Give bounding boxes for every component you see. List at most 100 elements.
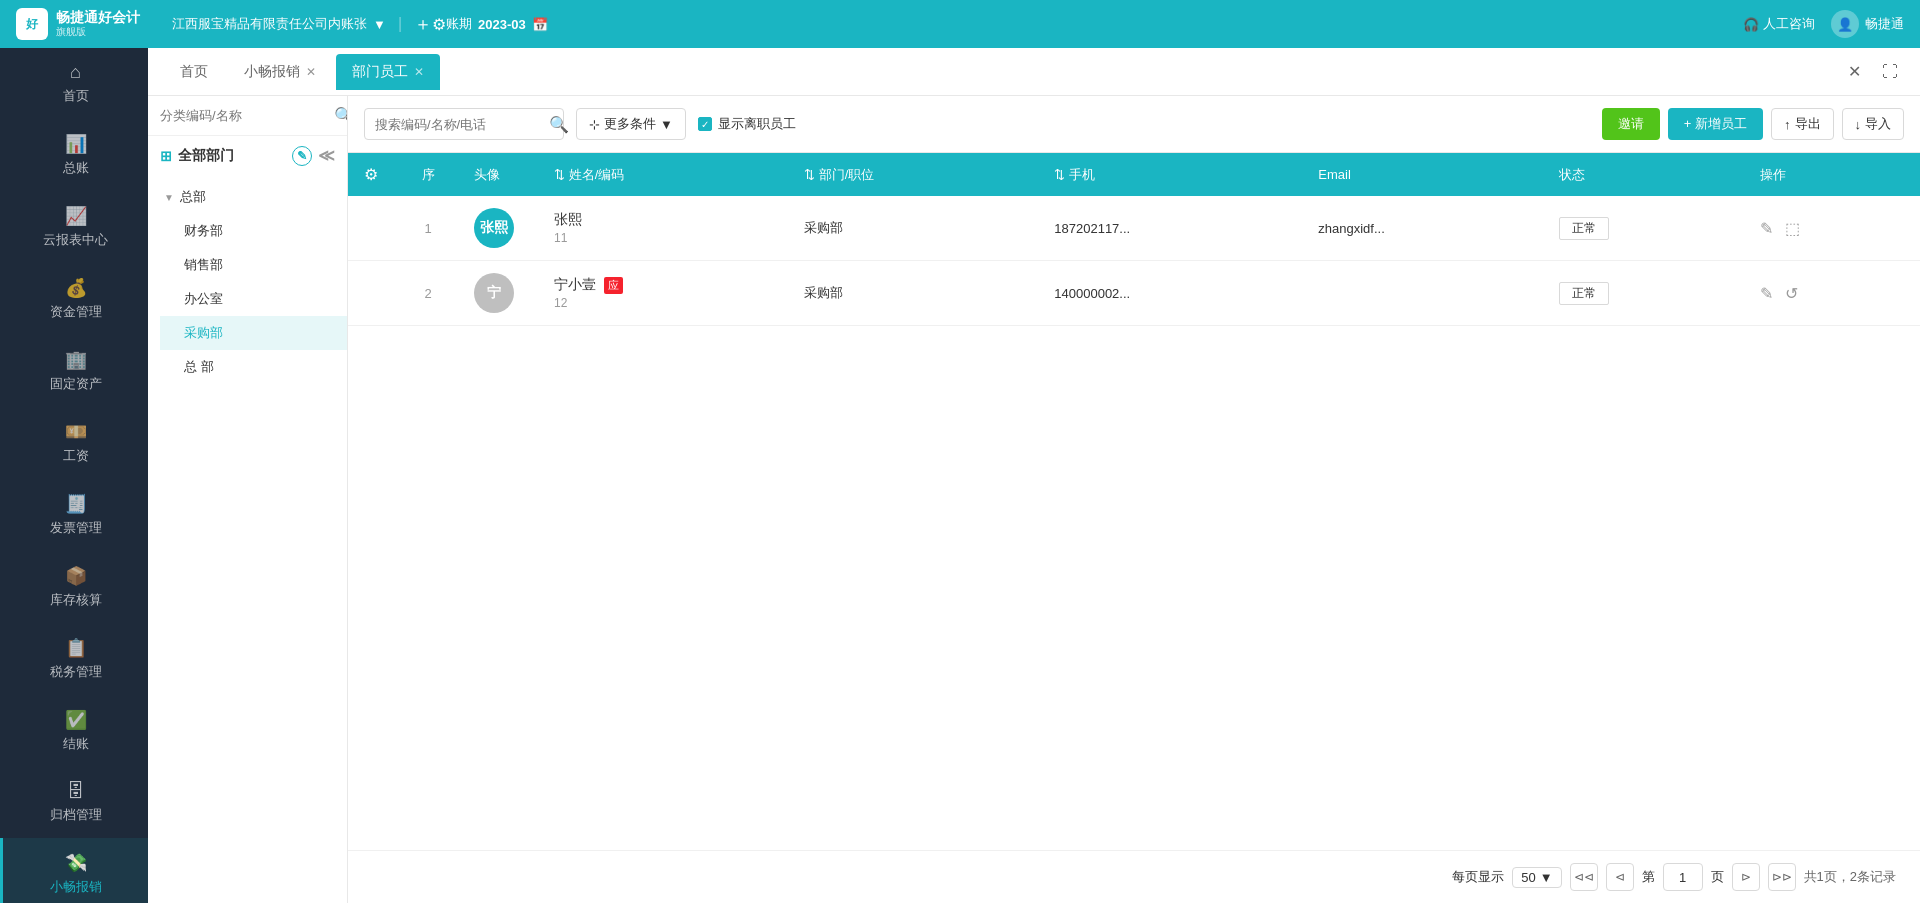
filter-more-btn[interactable]: ⊹ 更多条件 ▼ (576, 108, 686, 140)
dept-node-head[interactable]: ▼ 总部 (148, 180, 347, 214)
sidebar-item-assets[interactable]: 🏢 固定资产 (0, 335, 148, 407)
row1-edit-icon[interactable]: ✎ (1760, 219, 1773, 238)
expense-icon: 💸 (65, 852, 87, 874)
calendar-icon[interactable]: 📅 (532, 17, 548, 32)
table-settings-icon[interactable]: ⚙ (364, 166, 378, 183)
dept-edit-icon[interactable]: ✎ (292, 146, 312, 166)
pagination: 每页显示 50 ▼ ⊲⊲ ⊲ 第 页 ⊳ ⊳⊳ 共1页，2条记录 (348, 850, 1920, 903)
tab-expense[interactable]: 小畅报销 ✕ (228, 54, 332, 90)
dept-label-general: 总 部 (184, 358, 214, 376)
col-settings: ⚙ (348, 153, 398, 196)
show-resigned-checkbox[interactable]: ✓ (698, 117, 712, 131)
page-prev-btn[interactable]: ⊲ (1606, 863, 1634, 891)
page-first-btn[interactable]: ⊲⊲ (1570, 863, 1598, 891)
sidebar-item-funds[interactable]: 💰 资金管理 (0, 263, 148, 335)
row1-code: 11 (554, 231, 772, 245)
col-phone[interactable]: ⇅ 手机 (1038, 153, 1302, 196)
row2-email (1302, 261, 1543, 326)
tab-bar: 首页 小畅报销 ✕ 部门员工 ✕ ✕ ⛶ (148, 48, 1920, 96)
dept-header-actions: ✎ ≪ (292, 146, 335, 166)
col-num: 序 (398, 153, 458, 196)
dept-node-sales[interactable]: 销售部 (160, 248, 347, 282)
sidebar-item-home[interactable]: ⌂ 首页 (0, 48, 148, 119)
tab-expense-close[interactable]: ✕ (306, 65, 316, 79)
table-row: 1 张熙 张熙 11 采购部 (348, 196, 1920, 261)
row2-actions-cell: ✎ ↺ (1744, 261, 1920, 326)
page-size-select[interactable]: 50 ▼ (1512, 867, 1561, 888)
page-size-chevron: ▼ (1540, 870, 1553, 885)
tab-close-btn[interactable]: ✕ (1840, 58, 1868, 86)
row1-logout-icon[interactable]: ⬚ (1785, 219, 1800, 238)
row2-phone: 140000002... (1038, 261, 1302, 326)
page-next-btn[interactable]: ⊳ (1732, 863, 1760, 891)
dept-node-finance[interactable]: 财务部 (160, 214, 347, 248)
sidebar-item-checkout[interactable]: ✅ 结账 (0, 695, 148, 767)
row2-action-icons: ✎ ↺ (1760, 284, 1904, 303)
row2-edit-icon[interactable]: ✎ (1760, 284, 1773, 303)
dept-arrow-head: ▼ (164, 192, 174, 203)
tab-dept-label: 部门员工 (352, 63, 408, 81)
logo-icon: 好 (16, 8, 48, 40)
header-settings-btn[interactable]: ⚙ (432, 15, 446, 34)
toolbar: 🔍 ⊹ 更多条件 ▼ ✓ 显示离职员工 邀请 + 新增员工 (348, 96, 1920, 153)
sidebar-item-label-inventory: 库存核算 (50, 591, 102, 609)
dept-search-icon[interactable]: 🔍 (334, 106, 348, 125)
dept-search-input[interactable] (160, 108, 328, 123)
sidebar-item-label-assets: 固定资产 (50, 375, 102, 393)
row2-code: 12 (554, 296, 772, 310)
tab-home[interactable]: 首页 (164, 54, 224, 90)
header-add-btn[interactable]: ＋ (414, 12, 432, 36)
invite-btn[interactable]: 邀请 (1602, 108, 1660, 140)
dept-panel: 🔍 ⊞ 全部部门 ✎ ≪ ▼ 总部 (148, 96, 348, 903)
row2-avatar-cell: 宁 (458, 261, 538, 326)
sidebar-item-payroll[interactable]: 💴 工资 (0, 407, 148, 479)
app-subtitle: 旗舰版 (56, 25, 140, 39)
sidebar-item-archive[interactable]: 🗄 归档管理 (0, 767, 148, 838)
add-employee-btn[interactable]: + 新增员工 (1668, 108, 1763, 140)
employee-search-box: 🔍 (364, 108, 564, 140)
tab-dept-employee[interactable]: 部门员工 ✕ (336, 54, 440, 90)
employee-search-input[interactable] (375, 117, 543, 132)
sidebar: ⌂ 首页 📊 总账 📈 云报表中心 💰 资金管理 🏢 固定资产 💴 工资 🧾 发… (0, 48, 148, 903)
row1-phone: 187202117... (1038, 196, 1302, 261)
company-selector[interactable]: 江西服宝精品有限责任公司内账张 ▼ (172, 15, 386, 33)
dept-node-purchase[interactable]: 采购部 (160, 316, 347, 350)
service-btn[interactable]: 🎧 人工咨询 (1743, 15, 1815, 33)
dept-node-office[interactable]: 办公室 (160, 282, 347, 316)
sidebar-item-label-ledger: 总账 (63, 159, 89, 177)
dept-label-purchase: 采购部 (184, 324, 223, 342)
logo-area: 好 畅捷通好会计 旗舰版 (16, 8, 164, 40)
page-goto-label: 第 (1642, 868, 1655, 886)
page-last-btn[interactable]: ⊳⊳ (1768, 863, 1796, 891)
header-divider-1: | (398, 15, 402, 33)
tab-expand-btn[interactable]: ⛶ (1876, 58, 1904, 86)
period-label: 账期 (446, 15, 472, 33)
sidebar-item-ledger[interactable]: 📊 总账 (0, 119, 148, 191)
row2-reset-icon[interactable]: ↺ (1785, 284, 1798, 303)
payroll-icon: 💴 (65, 421, 87, 443)
row1-name: 张熙 (554, 211, 772, 229)
tab-dept-close[interactable]: ✕ (414, 65, 424, 79)
show-resigned-area[interactable]: ✓ 显示离职员工 (698, 115, 796, 133)
row2-name-code: 宁小壹 应 12 (554, 276, 772, 310)
dept-label-finance: 财务部 (184, 222, 223, 240)
sidebar-item-tax[interactable]: 📋 税务管理 (0, 623, 148, 695)
row1-status-badge: 正常 (1559, 217, 1609, 240)
page-input[interactable] (1663, 863, 1703, 891)
row2-num: 2 (398, 261, 458, 326)
col-dept[interactable]: ⇅ 部门/职位 (788, 153, 1038, 196)
sidebar-item-expense[interactable]: 💸 小畅报销 (0, 838, 148, 903)
assets-icon: 🏢 (65, 349, 87, 371)
row1-select-cell (348, 196, 398, 261)
dept-node-general[interactable]: 总 部 (160, 350, 347, 384)
employee-search-icon[interactable]: 🔍 (549, 115, 569, 134)
sidebar-item-inventory[interactable]: 📦 库存核算 (0, 551, 148, 623)
user-area[interactable]: 👤 畅捷通 (1831, 10, 1904, 38)
col-name[interactable]: ⇅ 姓名/编码 (538, 153, 788, 196)
import-btn[interactable]: ↓ 导入 (1842, 108, 1905, 140)
export-btn[interactable]: ↑ 导出 (1771, 108, 1834, 140)
dept-collapse-icon[interactable]: ≪ (318, 146, 335, 166)
dept-header: ⊞ 全部部门 ✎ ≪ (148, 136, 347, 176)
sidebar-item-invoice[interactable]: 🧾 发票管理 (0, 479, 148, 551)
sidebar-item-reports[interactable]: 📈 云报表中心 (0, 191, 148, 263)
